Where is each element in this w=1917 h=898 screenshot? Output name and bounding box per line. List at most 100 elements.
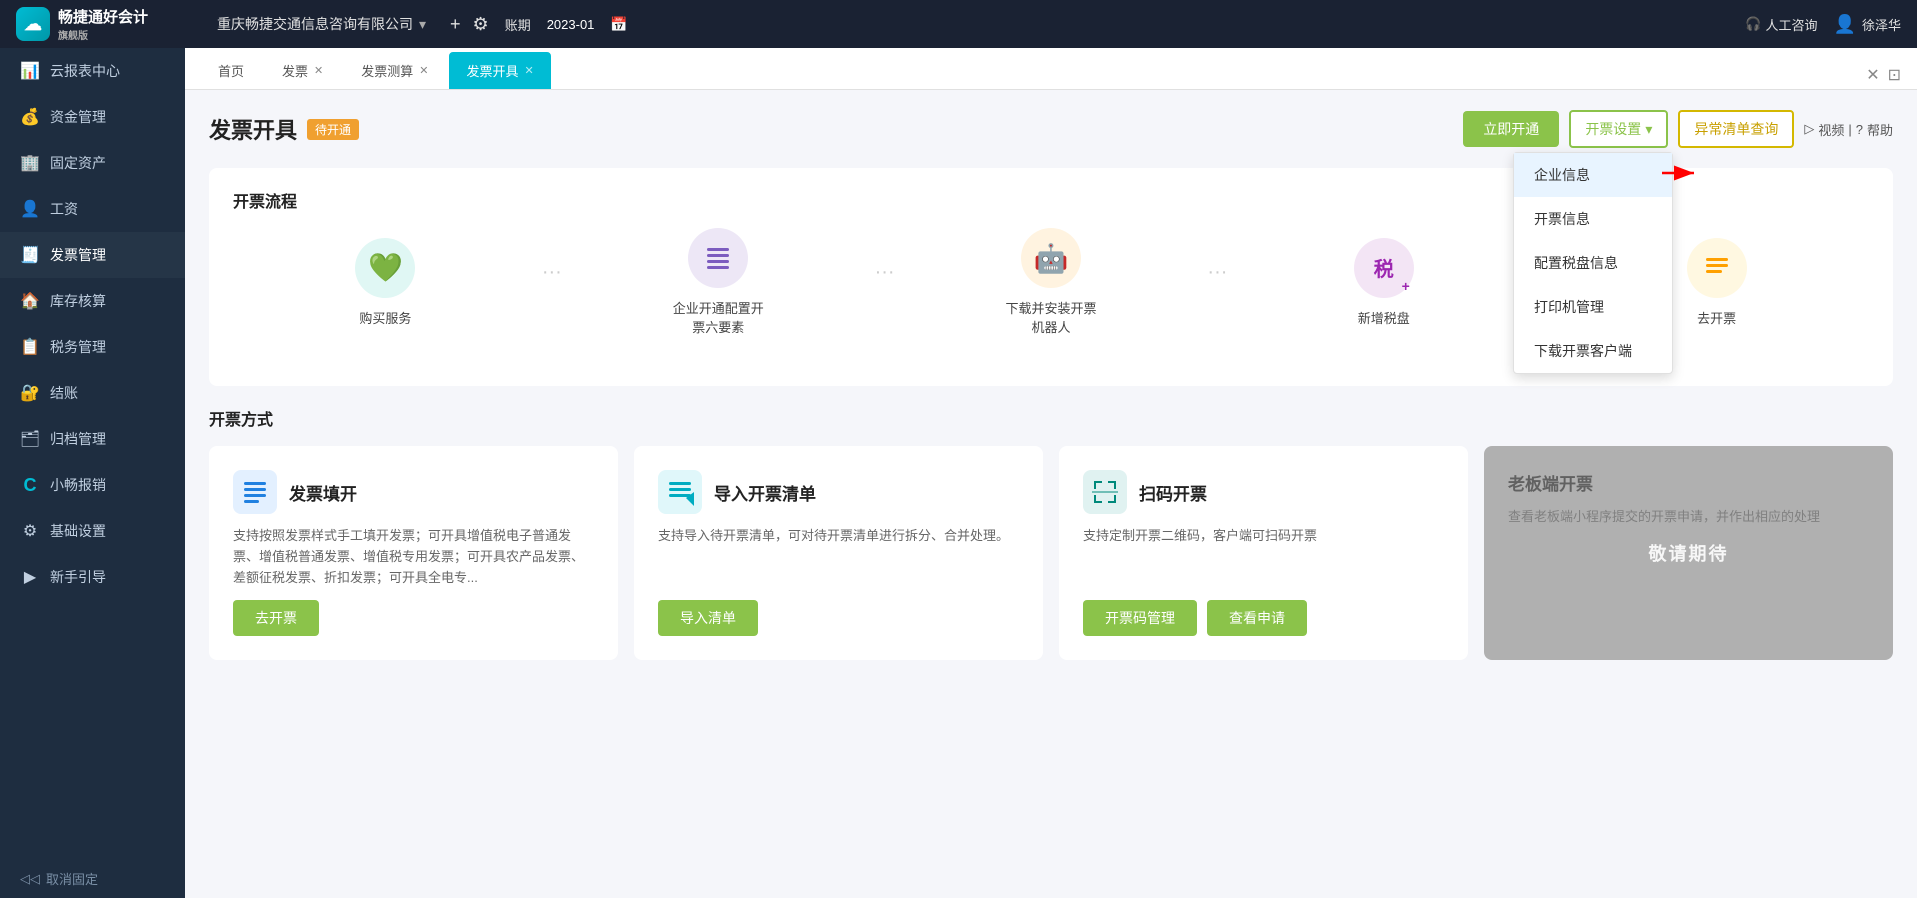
inventory-icon: 🏠	[20, 291, 40, 311]
salary-icon: 👤	[20, 199, 40, 219]
period-label: 账期	[505, 15, 531, 34]
video-label[interactable]: 视频	[1818, 120, 1844, 139]
sidebar-item-archive[interactable]: 🗂 归档管理	[0, 416, 185, 462]
activate-button[interactable]: 立即开通	[1463, 111, 1559, 147]
settings-icon[interactable]: ⚙	[473, 14, 489, 35]
tab-invoice-issue-close[interactable]: ✕	[525, 64, 534, 77]
import-invoice-icon	[658, 470, 702, 514]
headset-icon: 🎧	[1745, 16, 1761, 32]
method-card-import: 导入开票清单 支持导入待开票清单，可对待开票清单进行拆分、合并处理。 导入清单	[634, 446, 1043, 660]
tab-invoice-test-close[interactable]: ✕	[419, 64, 428, 77]
sidebar-item-asset[interactable]: 🏢 固定资产	[0, 140, 185, 186]
methods-grid: 发票填开 支持按照发票样式手工填开发票；可开具增值税电子普通发票、增值税普通发票…	[209, 446, 1893, 660]
logo-icon: ☁	[16, 7, 50, 41]
user-avatar-icon: 👤	[1834, 14, 1856, 35]
arrow-3: ···	[1203, 261, 1231, 284]
sidebar-item-settings[interactable]: ⚙ 基础设置	[0, 508, 185, 554]
tab-home[interactable]: 首页	[201, 52, 261, 89]
abnormal-button[interactable]: 异常清单查询	[1678, 110, 1794, 148]
company-selector[interactable]: 重庆畅捷交通信息咨询有限公司 ▾	[217, 14, 426, 34]
printer-label: 打印机管理	[1534, 299, 1604, 315]
period-value[interactable]: 2023-01	[547, 17, 595, 32]
tax-icon: 📋	[20, 337, 40, 357]
tab-invoice-issue-label: 发票开具	[466, 61, 518, 80]
dropdown-item-download-client[interactable]: 下载开票客户端	[1514, 329, 1672, 373]
play-icon[interactable]: ▷	[1804, 121, 1814, 137]
sidebar-item-invoice[interactable]: 🧾 发票管理	[0, 232, 185, 278]
sidebar-label-expense: 小畅报销	[50, 475, 106, 495]
sidebar-item-guide[interactable]: ▶ 新手引导	[0, 554, 185, 600]
app-wrapper: ☁ 畅捷通好会计 旗舰版 重庆畅捷交通信息咨询有限公司 ▾ + ⚙ 账期 202…	[0, 0, 1917, 898]
top-bar: ☁ 畅捷通好会计 旗舰版 重庆畅捷交通信息咨询有限公司 ▾ + ⚙ 账期 202…	[0, 0, 1917, 48]
config-label: 企业开通配置开票六要素	[668, 298, 768, 336]
calendar-icon[interactable]: 📅	[610, 16, 627, 33]
sidebar-item-expense[interactable]: C 小畅报销	[0, 462, 185, 508]
view-apply-button[interactable]: 查看申请	[1207, 600, 1307, 636]
invoice-info-label: 开票信息	[1534, 211, 1590, 227]
dropdown-item-company-info[interactable]: 企业信息	[1514, 153, 1672, 197]
user-area[interactable]: 👤 徐泽华	[1834, 14, 1901, 35]
fill-invoice-icon	[233, 470, 277, 514]
header-actions: 立即开通 开票设置 ▾ 异常清单查询 ▷ 视频 | ? 帮助	[1463, 110, 1893, 148]
help-label[interactable]: 帮助	[1867, 120, 1893, 139]
sidebar: 📊 云报表中心 💰 资金管理 🏢 固定资产 👤 工资 🧾 发票管理 🏠	[0, 48, 185, 898]
boss-overlay: 敬请期待	[1484, 446, 1893, 660]
tab-invoice-issue[interactable]: 发票开具 ✕	[449, 52, 550, 89]
taxdisk-label: 新增税盘	[1358, 308, 1410, 327]
process-step-buy: 💚 购买服务	[233, 238, 538, 327]
buy-service-label: 购买服务	[359, 308, 411, 327]
dropdown-item-printer[interactable]: 打印机管理	[1514, 285, 1672, 329]
tab-invoice-test-label: 发票测算	[361, 61, 413, 80]
support-button[interactable]: 🎧 人工咨询	[1745, 15, 1817, 34]
settings-icon: ⚙	[20, 521, 40, 541]
scan-invoice-desc: 支持定制开票二维码，客户端可扫码开票	[1083, 526, 1444, 588]
qrcode-manage-button[interactable]: 开票码管理	[1083, 600, 1197, 636]
config-icon	[688, 228, 748, 288]
tab-invoice[interactable]: 发票 ✕	[265, 52, 340, 89]
tab-invoice-label: 发票	[282, 61, 308, 80]
sidebar-label-archive: 归档管理	[50, 429, 106, 449]
import-invoice-button[interactable]: 导入清单	[658, 600, 758, 636]
status-badge: 待开通	[307, 119, 359, 140]
fill-invoice-button[interactable]: 去开票	[233, 600, 319, 636]
import-invoice-name: 导入开票清单	[714, 480, 816, 505]
sidebar-item-inventory[interactable]: 🏠 库存核算	[0, 278, 185, 324]
logo-area: ☁ 畅捷通好会计 旗舰版	[16, 6, 201, 42]
video-help-area: ▷ 视频 | ? 帮助	[1804, 120, 1893, 139]
scan-invoice-name: 扫码开票	[1139, 480, 1207, 505]
download-client-label: 下载开票客户端	[1534, 343, 1632, 359]
separator: |	[1848, 122, 1851, 137]
process-step-download: 🤖 下载并安装开票机器人	[899, 228, 1204, 336]
content-area: 首页 发票 ✕ 发票测算 ✕ 发票开具 ✕ ✕ ⊡	[185, 48, 1917, 898]
tab-invoice-test[interactable]: 发票测算 ✕	[344, 52, 445, 89]
scan-buttons: 开票码管理 查看申请	[1083, 600, 1444, 636]
sidebar-item-fund[interactable]: 💰 资金管理	[0, 94, 185, 140]
go-invoice-icon	[1687, 238, 1747, 298]
page-title: 发票开具	[209, 113, 297, 145]
tab-close-icon[interactable]: ✕	[1866, 65, 1879, 85]
settings-button[interactable]: 开票设置 ▾	[1569, 110, 1668, 148]
sidebar-item-checkout[interactable]: 🔐 结账	[0, 370, 185, 416]
overlay-text: 敬请期待	[1649, 540, 1729, 566]
company-info-label: 企业信息	[1534, 167, 1590, 183]
archive-icon: 🗂	[20, 429, 40, 449]
scan-invoice-icon	[1083, 470, 1127, 514]
settings-button-label: 开票设置	[1585, 119, 1641, 139]
company-dropdown-arrow: ▾	[419, 16, 426, 33]
sidebar-item-cloud-report[interactable]: 📊 云报表中心	[0, 48, 185, 94]
dropdown-item-tax-config[interactable]: 配置税盘信息	[1514, 241, 1672, 285]
fill-invoice-desc: 支持按照发票样式手工填开发票；可开具增值税电子普通发票、增值税普通发票、增值税专…	[233, 526, 594, 588]
arrow-2: ···	[871, 261, 899, 284]
sidebar-label-inventory: 库存核算	[50, 291, 106, 311]
tab-expand-icon[interactable]: ⊡	[1888, 65, 1901, 85]
go-invoice-label: 去开票	[1697, 308, 1736, 327]
logo-name: 畅捷通好会计	[58, 9, 148, 26]
method-card-scan: 扫码开票 支持定制开票二维码，客户端可扫码开票 开票码管理 查看申请	[1059, 446, 1468, 660]
add-button[interactable]: +	[450, 14, 461, 35]
tab-bar: 首页 发票 ✕ 发票测算 ✕ 发票开具 ✕ ✕ ⊡	[185, 48, 1917, 90]
sidebar-item-tax[interactable]: 📋 税务管理	[0, 324, 185, 370]
sidebar-item-salary[interactable]: 👤 工资	[0, 186, 185, 232]
tab-invoice-close[interactable]: ✕	[314, 64, 323, 77]
dropdown-item-invoice-info[interactable]: 开票信息	[1514, 197, 1672, 241]
sidebar-bottom-action[interactable]: ◁◁ 取消固定	[0, 859, 185, 898]
